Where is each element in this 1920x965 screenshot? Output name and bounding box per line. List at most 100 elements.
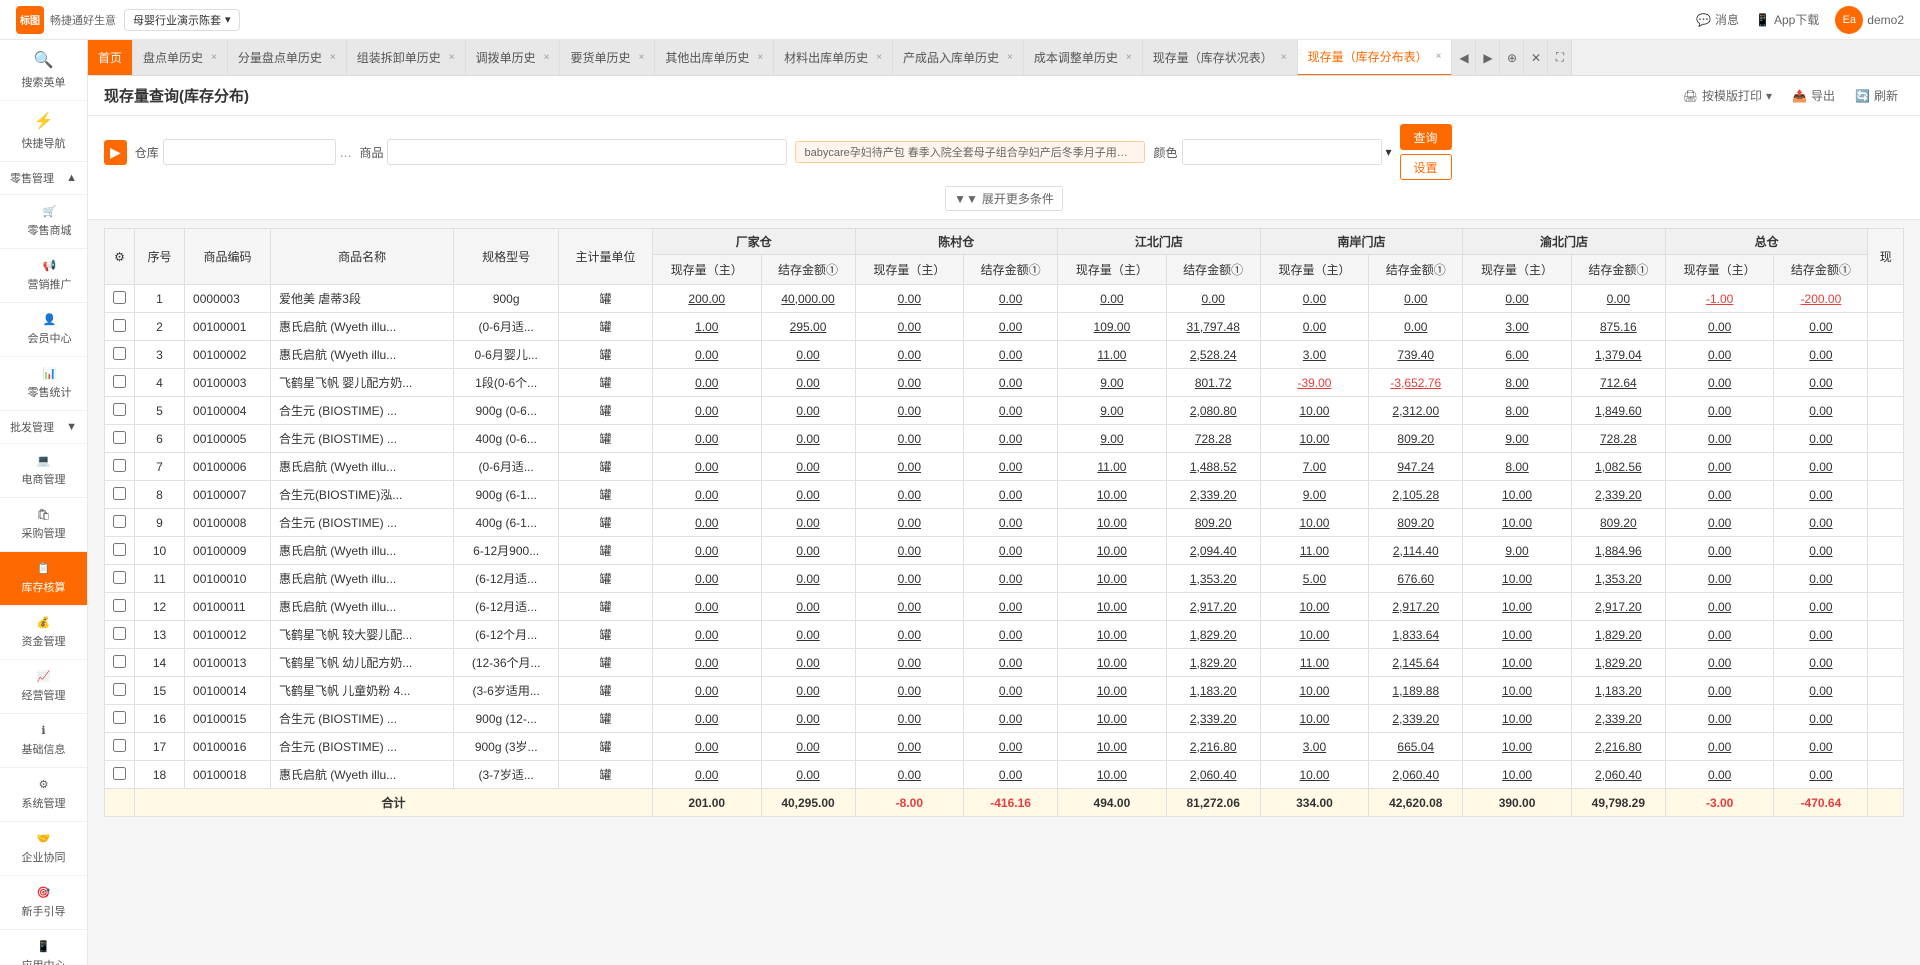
cell-jiangbei-amount[interactable]: 2,528.24 bbox=[1166, 341, 1260, 369]
setting-button[interactable]: 设置 bbox=[1400, 154, 1452, 180]
cell-yubei-stock[interactable]: 10.00 bbox=[1463, 481, 1572, 509]
cell-zongcang-amount[interactable]: 0.00 bbox=[1774, 733, 1868, 761]
cell-jiangbei-stock[interactable]: 10.00 bbox=[1058, 509, 1167, 537]
col-settings-header[interactable]: ⚙ bbox=[105, 229, 135, 285]
cell-yubei-amount[interactable]: 1,849.60 bbox=[1571, 397, 1665, 425]
cell-yubei-amount[interactable]: 712.64 bbox=[1571, 369, 1665, 397]
cell-nanan-stock[interactable]: 7.00 bbox=[1260, 453, 1369, 481]
cell-nanan-stock[interactable]: 3.00 bbox=[1260, 733, 1369, 761]
cell-yubei-stock[interactable]: 9.00 bbox=[1463, 537, 1572, 565]
sidebar-item-guide[interactable]: 🎯 新手引导 bbox=[0, 876, 87, 930]
cell-nanan-stock[interactable]: 10.00 bbox=[1260, 761, 1369, 789]
tab-stock-dist[interactable]: 现存量（库存分布表） × bbox=[1298, 40, 1453, 76]
cell-check[interactable] bbox=[105, 649, 135, 677]
cell-yubei-amount[interactable]: 1,183.20 bbox=[1571, 677, 1665, 705]
cell-chenCun-stock[interactable]: 0.00 bbox=[855, 621, 964, 649]
cell-chenCun-stock[interactable]: 0.00 bbox=[855, 453, 964, 481]
sidebar-item-ecommerce[interactable]: 💻 电商管理 bbox=[0, 444, 87, 498]
cell-nanan-stock[interactable]: 0.00 bbox=[1260, 313, 1369, 341]
cell-changjiaCun-amount[interactable]: 40,000.00 bbox=[761, 285, 855, 313]
expand-icon[interactable]: ▶ bbox=[104, 140, 127, 165]
cell-yubei-stock[interactable]: 10.00 bbox=[1463, 705, 1572, 733]
cell-changjiaCun-stock[interactable]: 1.00 bbox=[652, 313, 761, 341]
cell-nanan-stock[interactable]: 5.00 bbox=[1260, 565, 1369, 593]
cell-jiangbei-amount[interactable]: 2,339.20 bbox=[1166, 705, 1260, 733]
cell-zongcang-stock[interactable]: 0.00 bbox=[1665, 481, 1774, 509]
tab-nav-menu[interactable]: ⊕ bbox=[1500, 40, 1524, 76]
cell-check[interactable] bbox=[105, 593, 135, 621]
cell-nanan-amount[interactable]: 809.20 bbox=[1369, 425, 1463, 453]
cell-jiangbei-stock[interactable]: 10.00 bbox=[1058, 649, 1167, 677]
cell-zongcang-amount[interactable]: 0.00 bbox=[1774, 537, 1868, 565]
cell-zongcang-amount[interactable]: 0.00 bbox=[1774, 593, 1868, 621]
cell-chenCun-amount[interactable]: 0.00 bbox=[964, 453, 1058, 481]
sidebar-item-purchase[interactable]: 🛍 采购管理 bbox=[0, 498, 87, 552]
cell-check[interactable] bbox=[105, 621, 135, 649]
cell-changjiaCun-amount[interactable]: 0.00 bbox=[761, 705, 855, 733]
cell-yubei-stock[interactable]: 8.00 bbox=[1463, 397, 1572, 425]
sidebar-item-apps[interactable]: 📱 应用中心 bbox=[0, 930, 87, 965]
cell-changjiaCun-stock[interactable]: 0.00 bbox=[652, 677, 761, 705]
cell-yubei-amount[interactable]: 1,829.20 bbox=[1571, 649, 1665, 677]
cell-yubei-amount[interactable]: 1,353.20 bbox=[1571, 565, 1665, 593]
cell-changjiaCun-stock[interactable]: 0.00 bbox=[652, 509, 761, 537]
cell-changjiaCun-stock[interactable]: 0.00 bbox=[652, 537, 761, 565]
cell-nanan-stock[interactable]: 3.00 bbox=[1260, 341, 1369, 369]
cell-nanan-amount[interactable]: 0.00 bbox=[1369, 285, 1463, 313]
cell-chenCun-amount[interactable]: 0.00 bbox=[964, 509, 1058, 537]
sidebar-item-retail-stats[interactable]: 📊 零售统计 bbox=[0, 357, 87, 411]
cell-yubei-stock[interactable]: 10.00 bbox=[1463, 621, 1572, 649]
tab-product-in[interactable]: 产成品入库单历史 × bbox=[893, 40, 1024, 76]
cell-nanan-amount[interactable]: 1,833.64 bbox=[1369, 621, 1463, 649]
cell-check[interactable] bbox=[105, 705, 135, 733]
cell-yubei-stock[interactable]: 10.00 bbox=[1463, 677, 1572, 705]
cell-check[interactable] bbox=[105, 565, 135, 593]
cell-nanan-amount[interactable]: 2,060.40 bbox=[1369, 761, 1463, 789]
cell-yubei-stock[interactable]: 10.00 bbox=[1463, 565, 1572, 593]
cell-zongcang-stock[interactable]: 0.00 bbox=[1665, 341, 1774, 369]
cell-nanan-stock[interactable]: 11.00 bbox=[1260, 649, 1369, 677]
cell-chenCun-amount[interactable]: 0.00 bbox=[964, 733, 1058, 761]
sidebar-item-inventory[interactable]: 📋 库存核算 bbox=[0, 552, 87, 606]
cell-zongcang-amount[interactable]: 0.00 bbox=[1774, 761, 1868, 789]
tab-nav-left[interactable]: ◀ bbox=[1452, 40, 1476, 76]
cell-check[interactable] bbox=[105, 425, 135, 453]
cell-jiangbei-stock[interactable]: 10.00 bbox=[1058, 761, 1167, 789]
cell-nanan-amount[interactable]: 665.04 bbox=[1369, 733, 1463, 761]
cell-check[interactable] bbox=[105, 761, 135, 789]
cell-changjiaCun-amount[interactable]: 0.00 bbox=[761, 425, 855, 453]
tab-nav-close-all[interactable]: ✕ bbox=[1524, 40, 1548, 76]
sidebar-item-finance[interactable]: 💰 资金管理 bbox=[0, 606, 87, 660]
cell-jiangbei-amount[interactable]: 2,080.80 bbox=[1166, 397, 1260, 425]
cell-zongcang-amount[interactable]: -200.00 bbox=[1774, 285, 1868, 313]
tab-cost-adjust[interactable]: 成本调整单历史 × bbox=[1024, 40, 1143, 76]
expand-toggle[interactable]: ▶ bbox=[104, 140, 127, 165]
sidebar-item-retail[interactable]: 零售管理 ▲ bbox=[0, 162, 87, 195]
cell-yubei-stock[interactable]: 10.00 bbox=[1463, 593, 1572, 621]
cell-nanan-stock[interactable]: 10.00 bbox=[1260, 425, 1369, 453]
cell-nanan-stock[interactable]: 10.00 bbox=[1260, 621, 1369, 649]
cell-zongcang-amount[interactable]: 0.00 bbox=[1774, 313, 1868, 341]
cell-jiangbei-stock[interactable]: 0.00 bbox=[1058, 285, 1167, 313]
cell-check[interactable] bbox=[105, 369, 135, 397]
sidebar-item-collab[interactable]: 🤝 企业协同 bbox=[0, 822, 87, 876]
cell-nanan-amount[interactable]: 809.20 bbox=[1369, 509, 1463, 537]
cell-chenCun-amount[interactable]: 0.00 bbox=[964, 313, 1058, 341]
cell-zongcang-amount[interactable]: 0.00 bbox=[1774, 481, 1868, 509]
cell-jiangbei-amount[interactable]: 31,797.48 bbox=[1166, 313, 1260, 341]
cell-yubei-amount[interactable]: 1,829.20 bbox=[1571, 621, 1665, 649]
cell-chenCun-amount[interactable]: 0.00 bbox=[964, 649, 1058, 677]
cell-chenCun-amount[interactable]: 0.00 bbox=[964, 481, 1058, 509]
cell-nanan-stock[interactable]: 10.00 bbox=[1260, 593, 1369, 621]
tab-material-out[interactable]: 材料出库单历史 × bbox=[774, 40, 893, 76]
tab-inventory-check[interactable]: 盘点单历史 × bbox=[133, 40, 228, 76]
cell-changjiaCun-stock[interactable]: 0.00 bbox=[652, 425, 761, 453]
cell-zongcang-stock[interactable]: 0.00 bbox=[1665, 593, 1774, 621]
cell-yubei-amount[interactable]: 1,379.04 bbox=[1571, 341, 1665, 369]
sidebar-item-business[interactable]: 📈 经营管理 bbox=[0, 660, 87, 714]
expand-more-button[interactable]: ▼▼ 展开更多条件 bbox=[945, 186, 1063, 211]
cell-zongcang-stock[interactable]: 0.00 bbox=[1665, 733, 1774, 761]
cell-changjiaCun-stock[interactable]: 0.00 bbox=[652, 593, 761, 621]
cell-chenCun-amount[interactable]: 0.00 bbox=[964, 565, 1058, 593]
cell-jiangbei-amount[interactable]: 2,917.20 bbox=[1166, 593, 1260, 621]
